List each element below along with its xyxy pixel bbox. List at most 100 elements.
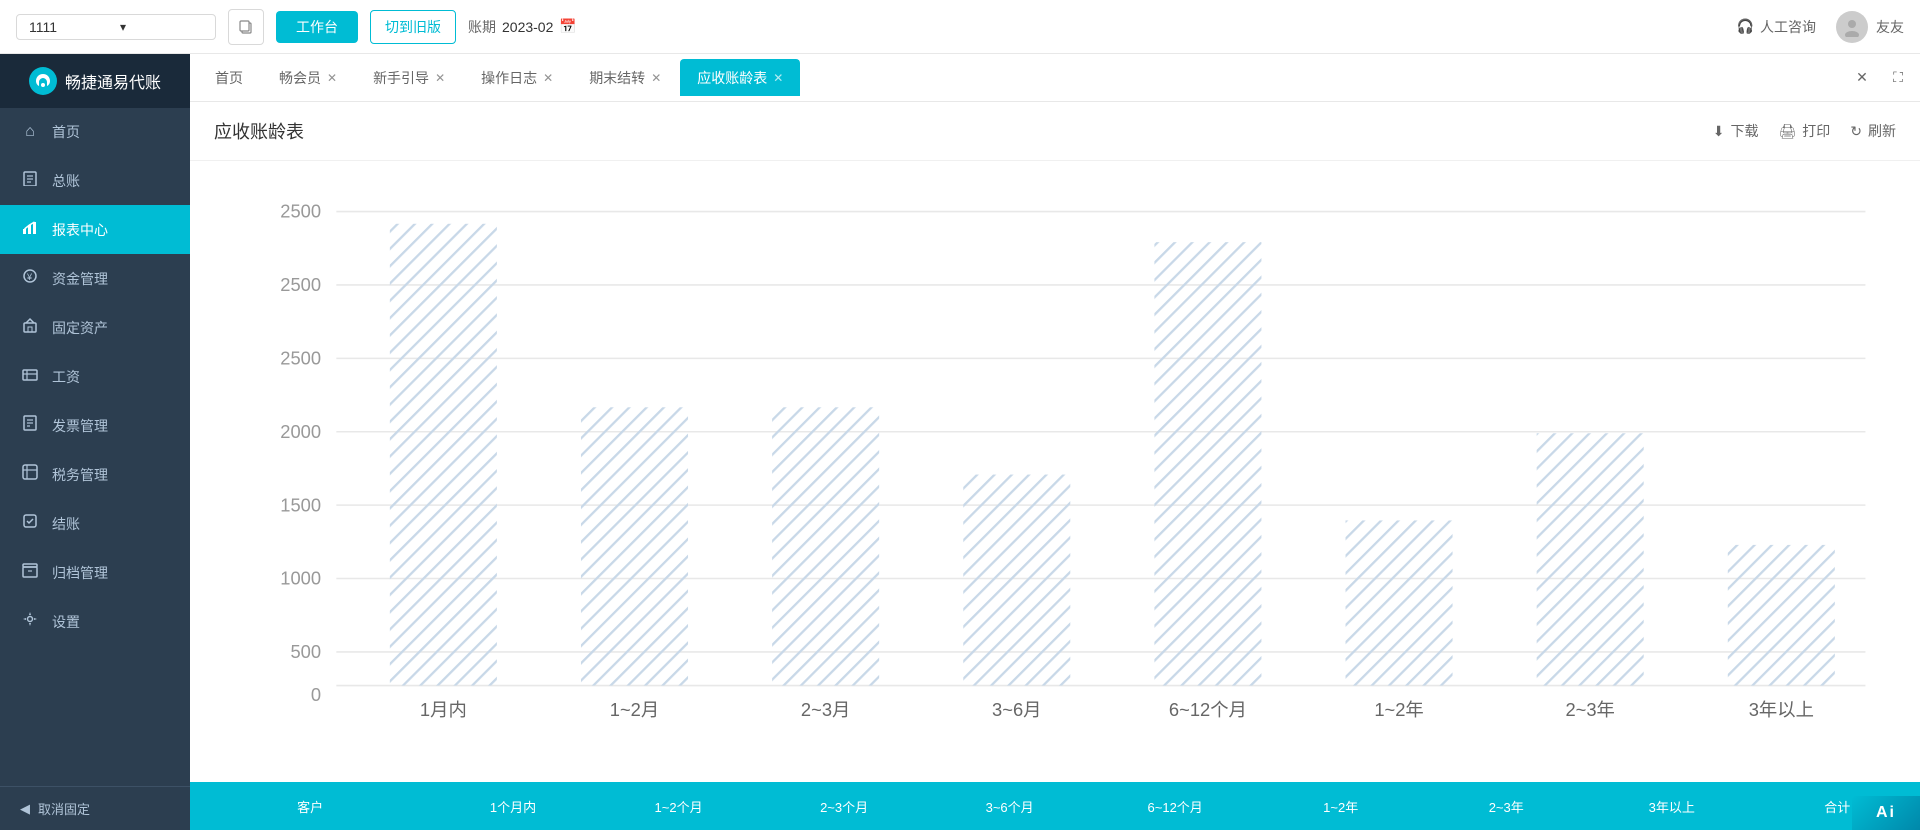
sidebar-nav: ⌂ 首页 总账: [0, 108, 190, 786]
tabs-bar: 首页 畅会员 ✕ 新手引导 ✕ 操作日志 ✕ 期末结转 ✕ 应收账龄表 ✕: [190, 54, 1920, 102]
copy-button[interactable]: [228, 9, 264, 45]
ledger-svg: [22, 170, 38, 186]
col-3-6month: 3~6个月: [927, 797, 1093, 816]
user-avatar-icon: [1842, 17, 1862, 37]
sidebar-item-funds[interactable]: ¥ 资金管理: [0, 254, 190, 303]
tab-aging[interactable]: 应收账龄表 ✕: [680, 59, 800, 96]
salary-icon: [20, 366, 40, 387]
col-1-2month: 1~2个月: [596, 797, 762, 816]
tax-icon: [20, 464, 40, 485]
user-name: 友友: [1876, 17, 1904, 37]
bar-chart: 2500 2500 2500 2000 1500 1000 500 0: [214, 177, 1896, 766]
tab-log[interactable]: 操作日志 ✕: [464, 59, 570, 96]
print-icon: 🖨: [1778, 123, 1796, 140]
tab-home[interactable]: 首页: [198, 59, 260, 96]
tax-svg: [22, 464, 38, 480]
sidebar-item-ledger[interactable]: 总账: [0, 156, 190, 205]
calendar-icon[interactable]: 📅: [559, 18, 576, 35]
sidebar-item-label: 固定资产: [52, 318, 108, 338]
settle-icon: [20, 513, 40, 534]
svg-text:3~6月: 3~6月: [992, 699, 1041, 720]
invoice-icon: [20, 415, 40, 436]
svg-text:1~2月: 1~2月: [610, 699, 659, 720]
svg-text:¥: ¥: [26, 272, 33, 282]
toolbar-actions: ⬇ 下载 🖨 打印 ↻ 刷新: [1713, 121, 1896, 141]
chevron-down-icon: ▾: [120, 20, 203, 34]
settings-svg: [22, 611, 38, 627]
sidebar-item-assets[interactable]: 固定资产: [0, 303, 190, 352]
settings-icon: [20, 611, 40, 632]
bar-3-6month: [963, 475, 1070, 686]
cancel-pin-button[interactable]: ◀ 取消固定: [0, 786, 190, 830]
tabs-actions: ✕ ⛶: [1848, 64, 1912, 92]
tab-close-log[interactable]: ✕: [543, 71, 553, 85]
cancel-label: 取消固定: [38, 799, 90, 818]
svg-text:1500: 1500: [280, 494, 321, 515]
col-customer: 客户: [190, 797, 430, 816]
tab-yearend[interactable]: 期末结转 ✕: [572, 59, 678, 96]
archive-svg: [22, 562, 38, 578]
close-tab-button[interactable]: ✕: [1848, 64, 1876, 92]
account-selector[interactable]: 1111 ▾: [16, 14, 216, 40]
user-info[interactable]: 友友: [1836, 11, 1904, 43]
switch-version-button[interactable]: 切到旧版: [370, 10, 456, 44]
svg-text:1000: 1000: [280, 568, 321, 589]
tab-label: 首页: [215, 68, 243, 88]
sidebar-item-label: 首页: [52, 122, 80, 142]
sidebar-item-invoice[interactable]: 发票管理: [0, 401, 190, 450]
svg-text:3年以上: 3年以上: [1749, 699, 1814, 720]
workbench-button[interactable]: 工作台: [276, 11, 358, 43]
refresh-button[interactable]: ↻ 刷新: [1850, 121, 1896, 141]
sidebar-item-label: 归档管理: [52, 563, 108, 583]
period-value: 2023-02: [502, 19, 553, 35]
download-button[interactable]: ⬇ 下载: [1713, 121, 1759, 141]
page-title-bar: 应收账龄表 ⬇ 下载 🖨 打印 ↻ 刷新: [190, 102, 1920, 161]
sidebar-item-settings[interactable]: 设置: [0, 597, 190, 646]
assets-svg: [22, 317, 38, 333]
tab-close-member[interactable]: ✕: [327, 71, 337, 85]
tab-label: 畅会员: [279, 68, 321, 88]
sidebar-item-settle[interactable]: 结账: [0, 499, 190, 548]
sidebar-logo: 畅捷通易代账: [0, 54, 190, 108]
period-info: 账期 2023-02 📅: [468, 17, 577, 37]
funds-svg: ¥: [22, 268, 38, 284]
tab-close-aging[interactable]: ✕: [773, 71, 783, 85]
svg-text:2500: 2500: [280, 201, 321, 222]
svg-text:1~2年: 1~2年: [1374, 699, 1423, 720]
page-title: 应收账龄表: [214, 118, 304, 144]
tab-label: 应收账龄表: [697, 68, 767, 88]
tab-close-guide[interactable]: ✕: [435, 71, 445, 85]
tab-label: 期末结转: [589, 68, 645, 88]
col-1-2year: 1~2年: [1258, 797, 1424, 816]
reports-icon: [20, 219, 40, 240]
table-header: 客户 1个月内 1~2个月 2~3个月 3~6个月 6~12个月: [190, 782, 1920, 830]
ledger-icon: [20, 170, 40, 191]
sidebar-item-label: 资金管理: [52, 269, 108, 289]
sidebar-item-archive[interactable]: 归档管理: [0, 548, 190, 597]
consult-button[interactable]: 🎧 人工咨询: [1737, 17, 1816, 37]
col-6-12month: 6~12个月: [1092, 797, 1258, 816]
sidebar-item-tax[interactable]: 税务管理: [0, 450, 190, 499]
print-button[interactable]: 🖨 打印: [1778, 121, 1830, 141]
expand-tab-button[interactable]: ⛶: [1884, 64, 1912, 92]
home-icon: ⌂: [20, 123, 40, 141]
tab-close-yearend[interactable]: ✕: [651, 71, 661, 85]
content-area: 首页 畅会员 ✕ 新手引导 ✕ 操作日志 ✕ 期末结转 ✕ 应收账龄表 ✕: [190, 54, 1920, 830]
top-header: 1111 ▾ 工作台 切到旧版 账期 2023-02 📅 🎧 人工咨询 友友: [0, 0, 1920, 54]
refresh-label: 刷新: [1868, 121, 1896, 141]
bar-1-2year: [1346, 520, 1453, 685]
tab-member[interactable]: 畅会员 ✕: [262, 59, 354, 96]
consult-label: 人工咨询: [1760, 17, 1816, 37]
sidebar-item-salary[interactable]: 工资: [0, 352, 190, 401]
main-layout: 畅捷通易代账 ⌂ 首页 总账: [0, 54, 1920, 830]
header-right: 🎧 人工咨询 友友: [1737, 11, 1904, 43]
page-content: 应收账龄表 ⬇ 下载 🖨 打印 ↻ 刷新: [190, 102, 1920, 830]
tab-guide[interactable]: 新手引导 ✕: [356, 59, 462, 96]
ai-badge[interactable]: Ai: [1852, 796, 1920, 830]
assets-icon: [20, 317, 40, 338]
svg-text:500: 500: [290, 641, 321, 662]
sidebar-item-home[interactable]: ⌂ 首页: [0, 108, 190, 156]
print-label: 打印: [1802, 121, 1830, 141]
sidebar-item-reports[interactable]: 报表中心: [0, 205, 190, 254]
sidebar-item-label: 总账: [52, 171, 80, 191]
